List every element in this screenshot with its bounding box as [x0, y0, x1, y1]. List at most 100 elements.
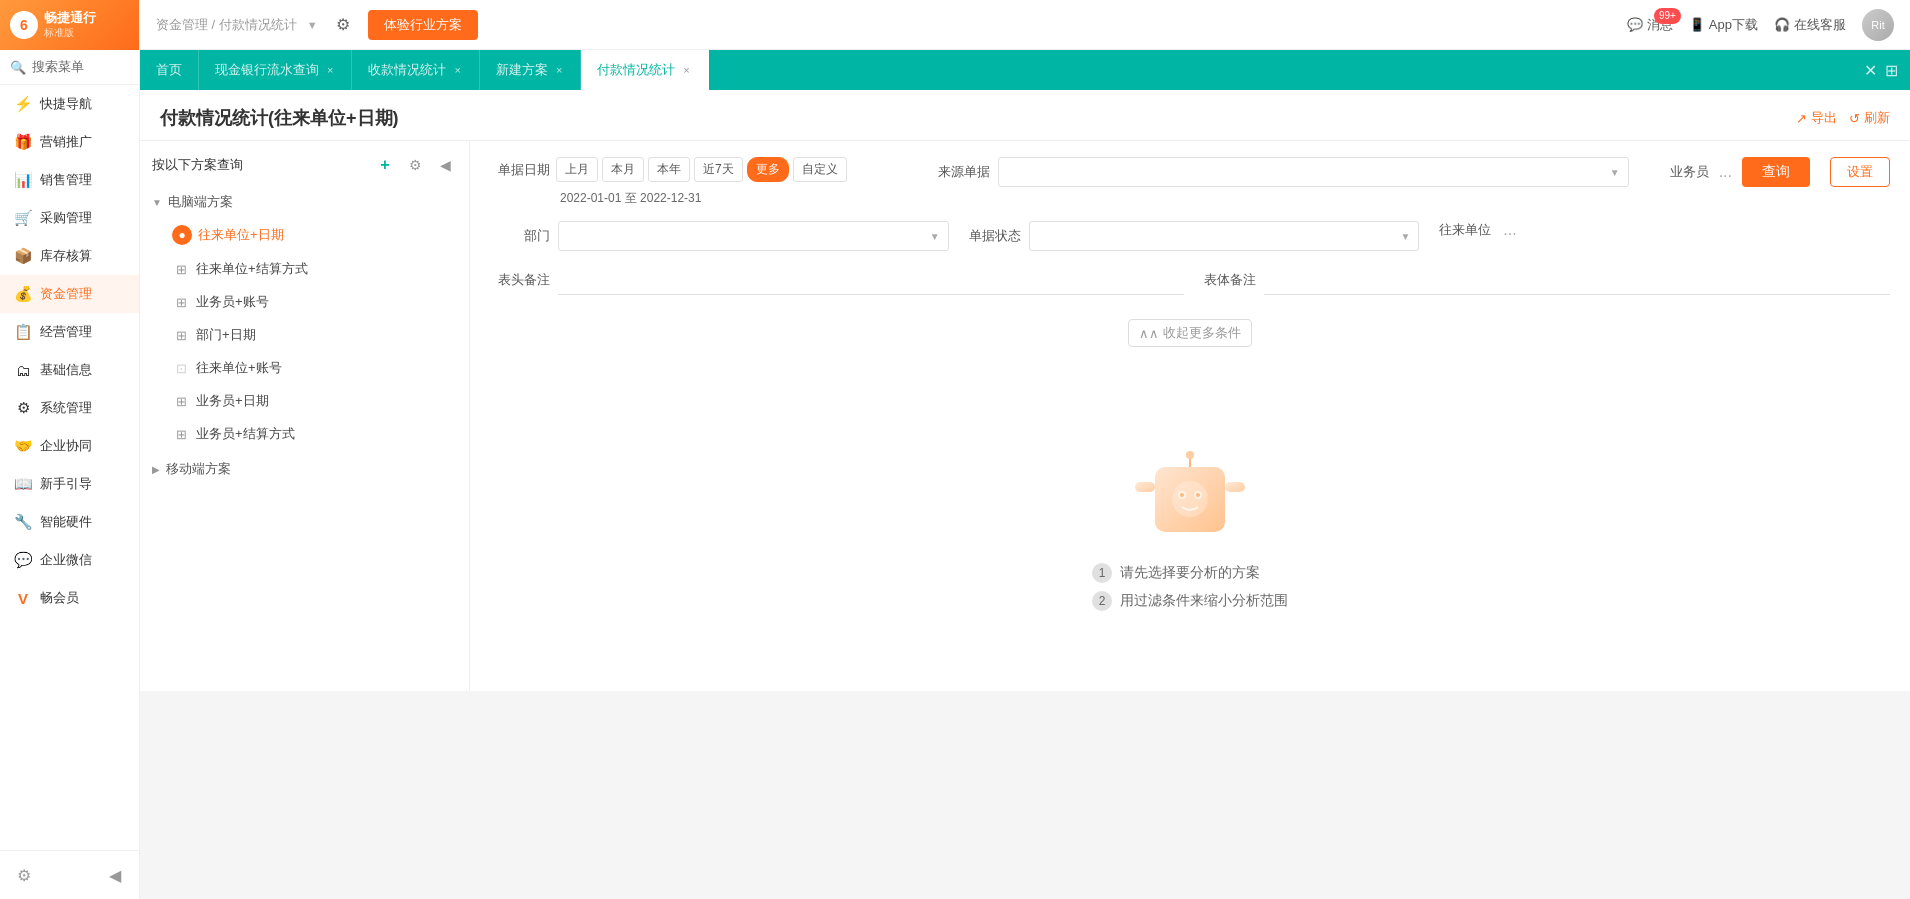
sidebar-item-finance[interactable]: 💰 资金管理	[0, 275, 139, 313]
sidebar-item-operation[interactable]: 📋 经营管理	[0, 313, 139, 351]
left-panel-actions: + ⚙ ◀	[373, 153, 457, 177]
message-btn[interactable]: 💬 消息 99+	[1627, 16, 1673, 34]
sidebar-item-marketing[interactable]: 🎁 营销推广	[0, 123, 139, 161]
tab-receipt-stats[interactable]: 收款情况统计 ×	[352, 50, 479, 90]
scheme-item-partner-date[interactable]: ● 往来单位+日期	[164, 218, 465, 252]
svg-rect-8	[1135, 482, 1155, 492]
collapse-conditions-btn[interactable]: ∧∧ 收起更多条件	[1128, 319, 1252, 347]
close-all-tabs-btn[interactable]: ✕	[1864, 61, 1877, 80]
tabbar-actions: ✕ ⊞	[1852, 50, 1910, 90]
marketing-icon: 🎁	[14, 133, 32, 151]
empty-state: 1 请先选择要分析的方案 2 用过滤条件来缩小分析范围	[470, 367, 1910, 691]
page-header: 付款情况统计(往来单位+日期) ↗ 导出 ↺ 刷新	[140, 90, 1910, 141]
sidebar-item-sales[interactable]: 📊 销售管理	[0, 161, 139, 199]
date-btn-last7[interactable]: 近7天	[694, 157, 743, 182]
desktop-schemes-header[interactable]: ▼ 电脑端方案	[140, 187, 469, 217]
date-btn-last-month[interactable]: 上月	[556, 157, 598, 182]
tab-payment-stats-close[interactable]: ×	[681, 64, 691, 76]
sidebar-item-system[interactable]: ⚙ 系统管理	[0, 389, 139, 427]
scheme-label-partner-date: 往来单位+日期	[198, 226, 284, 244]
date-range-display: 2022-01-01 至 2022-12-31	[560, 191, 701, 205]
empty-tips: 1 请先选择要分析的方案 2 用过滤条件来缩小分析范围	[1092, 563, 1288, 611]
doc-status-select[interactable]: ▼	[1029, 221, 1420, 251]
filter-collapse-row: ∧∧ 收起更多条件	[490, 309, 1890, 351]
settings-btn[interactable]: 设置	[1830, 157, 1890, 187]
search-icon: 🔍	[10, 60, 26, 75]
dept-arrow: ▼	[930, 231, 940, 242]
date-btn-more[interactable]: 更多	[747, 157, 789, 182]
app-download-btn[interactable]: 📱 App下载	[1689, 16, 1758, 34]
sidebar-collapse-btn[interactable]: ◀	[101, 861, 129, 889]
tab-cash-flow[interactable]: 现金银行流水查询 ×	[199, 50, 352, 90]
logo-icon: 6	[10, 11, 38, 39]
staff-dots[interactable]: ...	[1715, 163, 1736, 181]
tab-payment-stats[interactable]: 付款情况统计 ×	[581, 50, 708, 90]
date-btn-this-year[interactable]: 本年	[648, 157, 690, 182]
scheme-label-partner-settlement: 往来单位+结算方式	[196, 260, 308, 278]
sidebar-item-quick-nav[interactable]: ⚡ 快捷导航	[0, 85, 139, 123]
sidebar: 6 畅捷通行 标准版 🔍 搜索菜单 ⚡ 快捷导航 🎁 营销推广 📊 销售管理 🛒…	[0, 0, 140, 899]
scheme-item-partner-settlement[interactable]: ⊞ 往来单位+结算方式	[164, 253, 465, 285]
source-doc-select[interactable]: ▼	[998, 157, 1629, 187]
sidebar-item-inventory[interactable]: 📦 库存核算	[0, 237, 139, 275]
desktop-section-title: 电脑端方案	[168, 193, 233, 211]
date-filter-group: 单据日期 上月 本月 本年 近7天 更多 自定义	[490, 157, 910, 207]
sidebar-nav: ⚡ 快捷导航 🎁 营销推广 📊 销售管理 🛒 采购管理 📦 库存核算 💰 资金管…	[0, 85, 139, 850]
tab-new-scheme[interactable]: 新建方案 ×	[480, 50, 581, 90]
export-btn[interactable]: ↗ 导出	[1796, 109, 1837, 127]
online-service-btn[interactable]: 🎧 在线客服	[1774, 16, 1846, 34]
refresh-btn[interactable]: ↺ 刷新	[1849, 109, 1890, 127]
add-scheme-btn[interactable]: +	[373, 153, 397, 177]
search-menu[interactable]: 🔍 搜索菜单	[0, 50, 139, 85]
date-btn-this-month[interactable]: 本月	[602, 157, 644, 182]
panel-collapse-btn[interactable]: ◀	[433, 153, 457, 177]
guide-icon: 📖	[14, 475, 32, 493]
topbar-settings-btn[interactable]: ⚙	[328, 10, 358, 40]
sidebar-item-basic[interactable]: 🗂 基础信息	[0, 351, 139, 389]
scheme-icon-staff-account: ⊞	[172, 293, 190, 311]
sidebar-item-hardware[interactable]: 🔧 智能硬件	[0, 503, 139, 541]
scheme-settings-btn[interactable]: ⚙	[403, 153, 427, 177]
scheme-item-dept-date[interactable]: ⊞ 部门+日期	[164, 319, 465, 351]
tab-receipt-stats-label: 收款情况统计	[368, 61, 446, 79]
query-button[interactable]: 查询	[1742, 157, 1810, 187]
tab-new-scheme-close[interactable]: ×	[554, 64, 564, 76]
wechat-icon: 💬	[14, 551, 32, 569]
main-area: 资金管理 / 付款情况统计 ▼ ⚙ 体验行业方案 💬 消息 99+ 📱 App下…	[140, 0, 1910, 899]
partner-dots[interactable]: ...	[1499, 221, 1520, 239]
sidebar-header: 6 畅捷通行 标准版	[0, 0, 139, 50]
sidebar-item-enterprise[interactable]: 🤝 企业协同	[0, 427, 139, 465]
maximize-btn[interactable]: ⊞	[1885, 61, 1898, 80]
scheme-item-staff-account[interactable]: ⊞ 业务员+账号	[164, 286, 465, 318]
scheme-item-staff-date[interactable]: ⊞ 业务员+日期	[164, 385, 465, 417]
main-body: 按以下方案查询 + ⚙ ◀ ▼ 电脑端方案 ●	[140, 141, 1910, 691]
basic-icon: 🗂	[14, 361, 32, 379]
scheme-label-staff-account: 业务员+账号	[196, 293, 269, 311]
sidebar-item-guide[interactable]: 📖 新手引导	[0, 465, 139, 503]
tab-new-scheme-label: 新建方案	[496, 61, 548, 79]
scheme-icon-staff-date: ⊞	[172, 392, 190, 410]
service-icon: 🎧	[1774, 17, 1790, 32]
tab-cash-flow-close[interactable]: ×	[325, 64, 335, 76]
trial-btn[interactable]: 体验行业方案	[368, 10, 478, 40]
scheme-item-partner-account[interactable]: ⊡ 往来单位+账号	[164, 352, 465, 384]
user-avatar[interactable]: Rit	[1862, 9, 1894, 41]
sidebar-item-wechat[interactable]: 💬 企业微信	[0, 541, 139, 579]
sidebar-item-vip[interactable]: V 畅会员	[0, 579, 139, 617]
scheme-item-staff-settlement[interactable]: ⊞ 业务员+结算方式	[164, 418, 465, 450]
empty-tip-2: 2 用过滤条件来缩小分析范围	[1092, 591, 1288, 611]
sidebar-settings-btn[interactable]: ⚙	[10, 861, 38, 889]
tip-num-2: 2	[1092, 591, 1112, 611]
date-btn-custom[interactable]: 自定义	[793, 157, 847, 182]
sidebar-item-purchase[interactable]: 🛒 采购管理	[0, 199, 139, 237]
sales-icon: 📊	[14, 171, 32, 189]
dept-select[interactable]: ▼	[558, 221, 949, 251]
table-head-note-input[interactable]	[558, 265, 1184, 295]
desktop-toggle-icon: ▼	[152, 197, 162, 208]
scheme-label-partner-account: 往来单位+账号	[196, 359, 282, 377]
svg-point-1	[1172, 481, 1208, 517]
mobile-schemes-header[interactable]: ▶ 移动端方案	[140, 454, 469, 484]
tab-receipt-stats-close[interactable]: ×	[452, 64, 462, 76]
tab-home[interactable]: 首页	[140, 50, 199, 90]
table-body-note-input[interactable]	[1264, 265, 1890, 295]
